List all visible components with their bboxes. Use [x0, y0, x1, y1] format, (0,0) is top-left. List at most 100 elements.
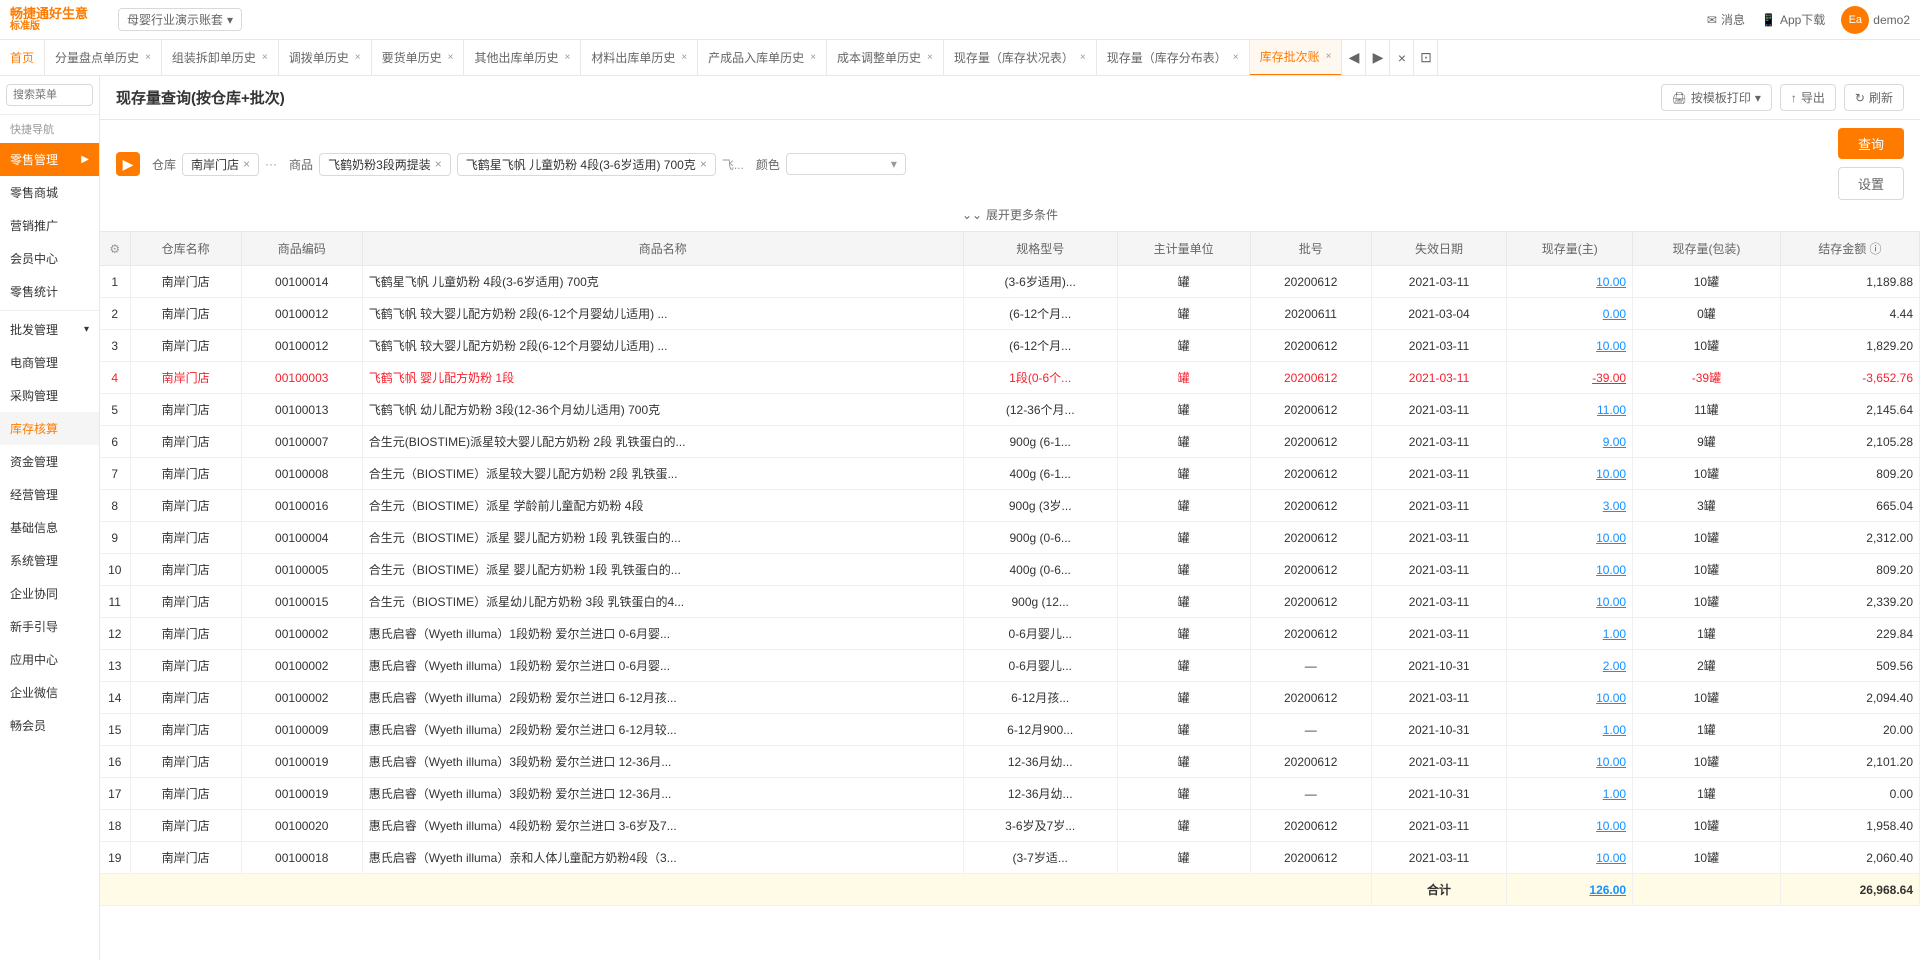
td-qty-main[interactable]: 0.00 [1507, 298, 1633, 330]
close-icon[interactable]: × [1233, 52, 1239, 63]
td-warehouse: 南岸门店 [130, 298, 241, 330]
close-icon[interactable]: × [564, 52, 570, 63]
product-tag2-close[interactable]: × [700, 157, 707, 171]
tab-yaohuo[interactable]: 要货单历史 × [372, 40, 465, 76]
td-qty-main[interactable]: 2.00 [1507, 650, 1633, 682]
close-icon[interactable]: × [262, 52, 268, 63]
sidebar-item-enterprise[interactable]: 企业协同 [0, 577, 99, 610]
settings-btn[interactable]: 设置 [1838, 167, 1904, 200]
filter-row: ▶ 仓库 南岸门店 × ··· 商品 飞鹤奶粉3段两提装 × [116, 128, 1904, 200]
td-spec: 900g (6-1... [963, 426, 1117, 458]
td-qty-main[interactable]: 1.00 [1507, 778, 1633, 810]
sidebar-item-operations[interactable]: 经营管理 [0, 478, 99, 511]
query-btn[interactable]: 查询 [1838, 128, 1904, 159]
td-qty-main[interactable]: 10.00 [1507, 522, 1633, 554]
sidebar-item-system[interactable]: 系统管理 [0, 544, 99, 577]
td-spec: (6-12个月... [963, 330, 1117, 362]
close-icon[interactable]: × [681, 52, 687, 63]
tab-more-btn[interactable]: ⊡ [1414, 40, 1438, 76]
product-tag1-close[interactable]: × [435, 157, 442, 171]
tab-diaob[interactable]: 调拨单历史 × [279, 40, 372, 76]
product-more[interactable]: 飞... [722, 156, 744, 173]
sidebar-item-member[interactable]: 会员中心 [0, 242, 99, 275]
warehouse-tag-close[interactable]: × [243, 157, 250, 171]
sidebar-item-marketing[interactable]: 营销推广 [0, 209, 99, 242]
message-btn[interactable]: ✉ 消息 [1707, 11, 1745, 28]
close-icon[interactable]: × [448, 52, 454, 63]
sidebar-item-guide[interactable]: 新手引导 [0, 610, 99, 643]
tab-chengben[interactable]: 成本调整单历史 × [827, 40, 944, 76]
td-qty-main[interactable]: 3.00 [1507, 490, 1633, 522]
color-filter-input[interactable]: ▾ [786, 153, 906, 175]
close-icon[interactable]: × [810, 52, 816, 63]
close-icon[interactable]: × [1326, 51, 1332, 62]
td-qty-main[interactable]: -39.00 [1507, 362, 1633, 394]
sidebar-item-member2[interactable]: 畅会员 [0, 709, 99, 742]
tab-qita[interactable]: 其他出库单历史 × [464, 40, 581, 76]
product-filter-tag-1[interactable]: 飞鹤奶粉3段两提装 × [319, 153, 451, 176]
sidebar-item-basic-info[interactable]: 基础信息 [0, 511, 99, 544]
product-filter-tag-2[interactable]: 飞鹤星飞帆 儿童奶粉 4段(3-6岁适用) 700克 × [457, 153, 716, 176]
tab-close-btn[interactable]: × [1390, 40, 1414, 76]
warehouse-more[interactable]: ··· [265, 157, 277, 171]
tab-xiancun1[interactable]: 现存量（库存状况表） × [944, 40, 1097, 76]
sidebar-item-finance[interactable]: 资金管理 [0, 445, 99, 478]
td-qty-main[interactable]: 10.00 [1507, 682, 1633, 714]
tab-cailiao[interactable]: 材料出库单历史 × [581, 40, 698, 76]
td-index: 12 [100, 618, 130, 650]
refresh-btn[interactable]: ↻ 刷新 [1844, 84, 1904, 111]
sidebar-item-retail-mgmt[interactable]: 零售管理 ▶ [0, 143, 99, 176]
td-qty-main[interactable]: 11.00 [1507, 394, 1633, 426]
expand-conditions-btn[interactable]: ⌄⌄ 展开更多条件 [116, 206, 1904, 223]
td-qty-main[interactable]: 10.00 [1507, 554, 1633, 586]
td-qty-main[interactable]: 9.00 [1507, 426, 1633, 458]
sidebar-search-area [0, 76, 99, 115]
tab-next-btn[interactable]: ▶ [1366, 40, 1390, 76]
td-qty-main[interactable]: 10.00 [1507, 586, 1633, 618]
sidebar-item-wechat[interactable]: 企业微信 [0, 676, 99, 709]
td-batch: 20200612 [1250, 842, 1371, 874]
app-download-btn[interactable]: 📱 App下载 [1761, 11, 1825, 28]
td-qty-main[interactable]: 10.00 [1507, 266, 1633, 298]
td-qty-main[interactable]: 10.00 [1507, 746, 1633, 778]
store-selector[interactable]: 母婴行业演示账套 ▾ [118, 8, 242, 31]
td-qty-main[interactable]: 1.00 [1507, 618, 1633, 650]
td-qty-main[interactable]: 10.00 [1507, 810, 1633, 842]
td-expiry: 2021-03-11 [1371, 362, 1507, 394]
gear-icon[interactable]: ⚙ [109, 242, 120, 256]
td-qty-main[interactable]: 1.00 [1507, 714, 1633, 746]
td-batch: — [1250, 650, 1371, 682]
tab-prev-btn[interactable]: ◀ [1342, 40, 1366, 76]
td-expiry: 2021-03-11 [1371, 586, 1507, 618]
sidebar-item-ecommerce[interactable]: 电商管理 [0, 346, 99, 379]
close-icon[interactable]: × [927, 52, 933, 63]
td-qty-main[interactable]: 10.00 [1507, 330, 1633, 362]
tab-kucun-pici[interactable]: 库存批次账 × [1250, 40, 1343, 76]
user-area[interactable]: Ea demo2 [1841, 6, 1910, 34]
sidebar-item-retail-stat[interactable]: 零售统计 [0, 275, 99, 308]
close-icon[interactable]: × [1080, 52, 1086, 63]
search-input[interactable] [6, 84, 93, 106]
table-row: 14 南岸门店 00100002 惠氏启睿（Wyeth illuma）2段奶粉 … [100, 682, 1920, 714]
warehouse-filter-tag[interactable]: 南岸门店 × [182, 153, 259, 176]
td-expiry: 2021-10-31 [1371, 650, 1507, 682]
td-qty-main[interactable]: 10.00 [1507, 458, 1633, 490]
tab-chancheng[interactable]: 产成品入库单历史 × [698, 40, 827, 76]
td-qty-main[interactable]: 10.00 [1507, 842, 1633, 874]
sidebar-item-purchase[interactable]: 采购管理 [0, 379, 99, 412]
close-icon[interactable]: × [145, 52, 151, 63]
quick-nav-label[interactable]: 快捷导航 [0, 115, 99, 143]
close-icon[interactable]: × [355, 52, 361, 63]
tab-home[interactable]: 首页 [0, 40, 45, 76]
tab-fenliang[interactable]: 分量盘点单历史 × [45, 40, 162, 76]
sidebar-item-retail-mall[interactable]: 零售商城 [0, 176, 99, 209]
filter-expand-btn[interactable]: ▶ [116, 152, 140, 176]
sidebar-item-inventory[interactable]: 库存核算 [0, 412, 99, 445]
template-print-btn[interactable]: 🖨 按模板打印 ▾ [1661, 84, 1772, 111]
tab-zuhe[interactable]: 组装拆卸单历史 × [162, 40, 279, 76]
tab-xiancun2[interactable]: 现存量（库存分布表） × [1097, 40, 1250, 76]
td-name: 惠氏启睿（Wyeth illuma）3段奶粉 爱尔兰进口 12-36月... [362, 746, 963, 778]
sidebar-item-app-center[interactable]: 应用中心 [0, 643, 99, 676]
export-btn[interactable]: ↑ 导出 [1780, 84, 1836, 111]
sidebar-item-wholesale[interactable]: 批发管理 ▾ [0, 313, 99, 346]
